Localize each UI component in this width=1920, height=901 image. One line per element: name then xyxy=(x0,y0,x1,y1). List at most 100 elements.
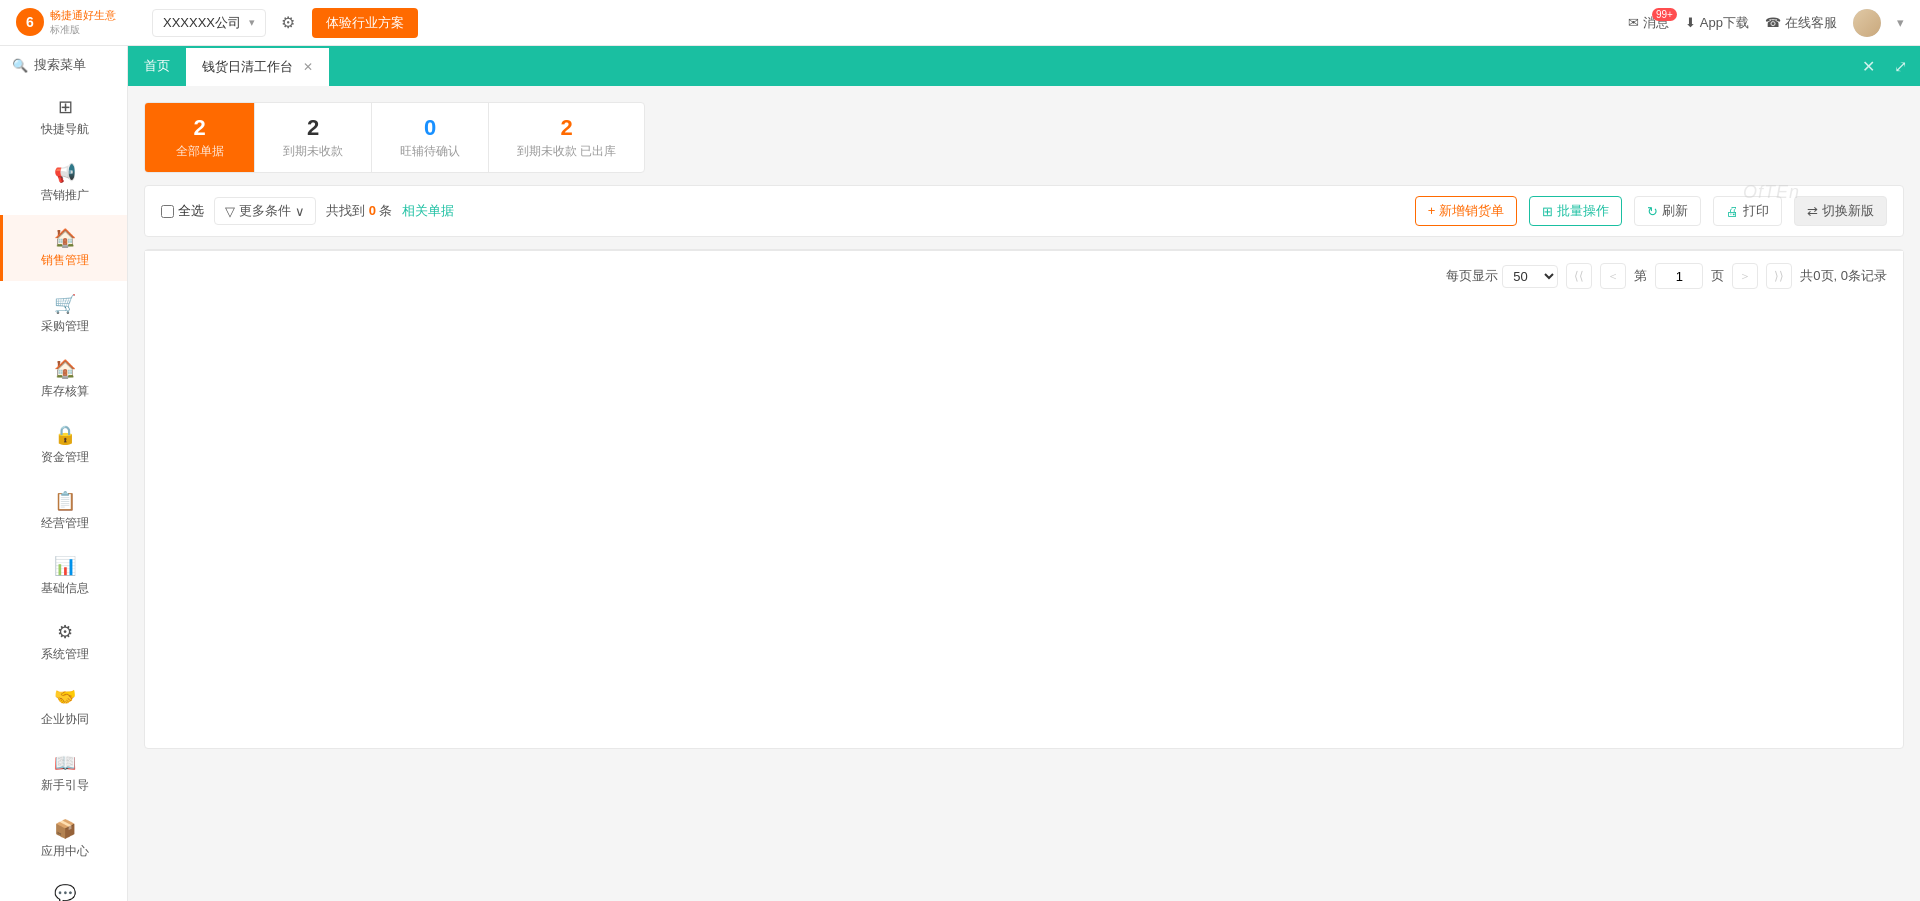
message-badge: 99+ xyxy=(1652,8,1677,21)
related-orders-link[interactable]: 相关单据 xyxy=(402,202,454,220)
message-icon: ✉ xyxy=(1628,15,1639,30)
last-page-button[interactable]: ⟩⟩ xyxy=(1766,263,1792,289)
online-service-label: 在线客服 xyxy=(1785,14,1837,32)
prev-page-button[interactable]: ＜ xyxy=(1600,263,1626,289)
search-menu-label: 搜索菜单 xyxy=(34,56,86,74)
tab-cashwork[interactable]: 钱货日清工作台 ✕ xyxy=(186,46,329,86)
service-icon: ☎ xyxy=(1765,15,1781,30)
sidebar-item-enterprise[interactable]: 🤝企业协同 xyxy=(0,674,127,740)
toolbar: 全选 ▽ 更多条件 ∨ 共找到 0 条 相关单据 + 新增销货单 ⊞ 批量操作 … xyxy=(144,185,1904,237)
print-button[interactable]: 🖨 打印 xyxy=(1713,196,1782,226)
marketing-icon: 📢 xyxy=(54,162,76,184)
search-icon: 🔍 xyxy=(12,58,28,73)
page-size-label: 每页显示 xyxy=(1446,267,1498,285)
toolbar-left: 全选 ▽ 更多条件 ∨ 共找到 0 条 相关单据 xyxy=(161,197,1403,225)
page-size-select-input[interactable]: 50 100 200 xyxy=(1502,265,1558,288)
sidebar-item-system[interactable]: ⚙系统管理 xyxy=(0,609,127,675)
purchase-icon: 🛒 xyxy=(54,293,76,315)
print-label: 打印 xyxy=(1743,202,1769,220)
found-count: 0 xyxy=(369,203,376,218)
first-page-button[interactable]: ⟨⟨ xyxy=(1566,263,1592,289)
sidebar-item-sales[interactable]: 🏠销售管理 xyxy=(0,215,127,281)
stats-label-overdue: 到期未收款 xyxy=(283,143,343,160)
sidebar-item-purchase[interactable]: 🛒 采购管理 xyxy=(0,281,127,347)
found-text: 共找到 0 条 xyxy=(326,202,392,220)
chevron-down-icon: ▾ xyxy=(1897,15,1904,30)
select-all-input[interactable] xyxy=(161,205,174,218)
inventory-icon: 🏠 xyxy=(54,358,76,380)
search-menu-item[interactable]: 🔍 搜索菜单 xyxy=(0,46,127,84)
basic-icon: 📊 xyxy=(54,555,76,577)
refresh-button[interactable]: ↻ 刷新 xyxy=(1634,196,1701,226)
system-icon: ⚙ xyxy=(57,621,73,643)
sidebar-item-basic[interactable]: 📊 基础信息 xyxy=(0,543,127,609)
filter-chevron-icon: ∨ xyxy=(295,204,305,219)
guide-icon: 📖 xyxy=(54,752,76,774)
online-service-button[interactable]: ☎ 在线客服 xyxy=(1765,14,1837,32)
minimize-icon[interactable]: ✕ xyxy=(1856,54,1880,78)
close-icon[interactable]: ✕ xyxy=(303,60,313,74)
message-button[interactable]: ✉ 消息 99+ xyxy=(1628,14,1669,32)
filter-button[interactable]: ▽ 更多条件 ∨ xyxy=(214,197,316,225)
settings-button[interactable]: ⚙ xyxy=(274,9,302,37)
stats-count-all: 2 xyxy=(173,115,226,141)
page-label-suffix: 页 xyxy=(1711,267,1724,285)
tab-home[interactable]: 首页 xyxy=(128,46,186,86)
home-tab-label: 首页 xyxy=(144,57,170,75)
batch-operation-button[interactable]: ⊞ 批量操作 xyxy=(1529,196,1622,226)
sidebar-item-label-app-center: 应用中心 xyxy=(41,844,89,860)
avatar-image xyxy=(1853,9,1881,37)
sidebar-item-label-enterprise: 企业协同 xyxy=(41,712,89,728)
trial-button[interactable]: 体验行业方案 xyxy=(312,8,418,38)
next-page-button[interactable]: ＞ xyxy=(1732,263,1758,289)
refresh-label: 刷新 xyxy=(1662,202,1688,220)
sidebar-item-label-operation: 经营管理 xyxy=(41,516,89,532)
sidebar-item-operation[interactable]: 📋经营管理 xyxy=(0,478,127,544)
avatar[interactable] xyxy=(1853,9,1881,37)
sidebar-item-label-purchase: 采购管理 xyxy=(41,319,89,335)
page-label-prefix: 第 xyxy=(1634,267,1647,285)
sidebar-item-inventory[interactable]: 🏠 库存核算 xyxy=(0,346,127,412)
batch-icon: ⊞ xyxy=(1542,204,1553,219)
page-number-input[interactable] xyxy=(1655,263,1703,289)
stats-tab-all[interactable]: 2 全部单据 xyxy=(145,103,255,172)
stats-tab-wangwang[interactable]: 0 旺辅待确认 xyxy=(372,103,489,172)
user-name-area[interactable]: ▾ xyxy=(1897,15,1904,30)
total-text: 共0页, 0条记录 xyxy=(1800,267,1887,285)
sidebar-item-label-inventory: 库存核算 xyxy=(41,384,89,400)
sidebar-item-marketing[interactable]: 📢营销推广 xyxy=(0,150,127,216)
print-icon: 🖨 xyxy=(1726,204,1739,219)
stats-tab-overdue-out[interactable]: 2 到期未收款 已出库 xyxy=(489,103,644,172)
sidebar-item-app-center[interactable]: 📦应用中心 xyxy=(0,806,127,872)
expand-icon[interactable]: ⤢ xyxy=(1888,54,1912,78)
sidebar-item-quick-nav[interactable]: ⊞快捷导航 xyxy=(0,84,127,150)
refresh-icon: ↻ xyxy=(1647,204,1658,219)
sidebar-item-guide[interactable]: 📖 新手引导 xyxy=(0,740,127,806)
sidebar: 🔍 搜索菜单 ⊞快捷导航📢营销推广🏠销售管理 🛒 采购管理 🏠 库存核算 🔒资金管理📋经营… xyxy=(0,46,128,901)
wechat-icon: 💬 xyxy=(54,883,76,901)
top-bar: 6 畅捷通好生意 标准版 XXXXXX公司 ▾ ⚙ 体验行业方案 ✉ 消息 99… xyxy=(0,0,1920,46)
stats-label-all: 全部单据 xyxy=(173,143,226,160)
capital-icon: 🔒 xyxy=(54,424,76,446)
sales-icon: 🏠 xyxy=(54,227,76,249)
sidebar-item-label-basic: 基础信息 xyxy=(41,581,89,597)
stats-count-wangwang: 0 xyxy=(400,115,460,141)
quick-nav-icon: ⊞ xyxy=(58,96,73,118)
select-all-checkbox[interactable]: 全选 xyxy=(161,202,204,220)
pagination: 每页显示 50 100 200 ⟨⟨ ＜ 第 页 ＞ ⟩⟩ 共0页, 0条记录 xyxy=(145,250,1903,301)
sidebar-item-capital[interactable]: 🔒资金管理 xyxy=(0,412,127,478)
stats-tab-overdue[interactable]: 2 到期未收款 xyxy=(255,103,372,172)
sidebar-item-wechat[interactable]: 💬企业微信 xyxy=(0,871,127,901)
app-download-button[interactable]: ⬇ App下载 xyxy=(1685,14,1749,32)
sidebar-item-label-guide: 新手引导 xyxy=(41,778,89,794)
top-right-area: ✉ 消息 99+ ⬇ App下载 ☎ 在线客服 ▾ xyxy=(1628,9,1904,37)
add-order-button[interactable]: + 新增销货单 xyxy=(1415,196,1517,226)
stats-count-overdue: 2 xyxy=(283,115,343,141)
download-icon: ⬇ xyxy=(1685,15,1696,30)
select-all-label: 全选 xyxy=(178,202,204,220)
company-selector[interactable]: XXXXXX公司 ▾ xyxy=(152,9,266,37)
stats-label-overdue-out: 到期未收款 已出库 xyxy=(517,143,616,160)
main-content: 2 全部单据 2 到期未收款 0 旺辅待确认 2 到期未收款 已出库 全选 ▽ … xyxy=(128,86,1920,901)
switch-version-button[interactable]: ⇄ 切换新版 xyxy=(1794,196,1887,226)
stats-tabs: 2 全部单据 2 到期未收款 0 旺辅待确认 2 到期未收款 已出库 xyxy=(144,102,645,173)
